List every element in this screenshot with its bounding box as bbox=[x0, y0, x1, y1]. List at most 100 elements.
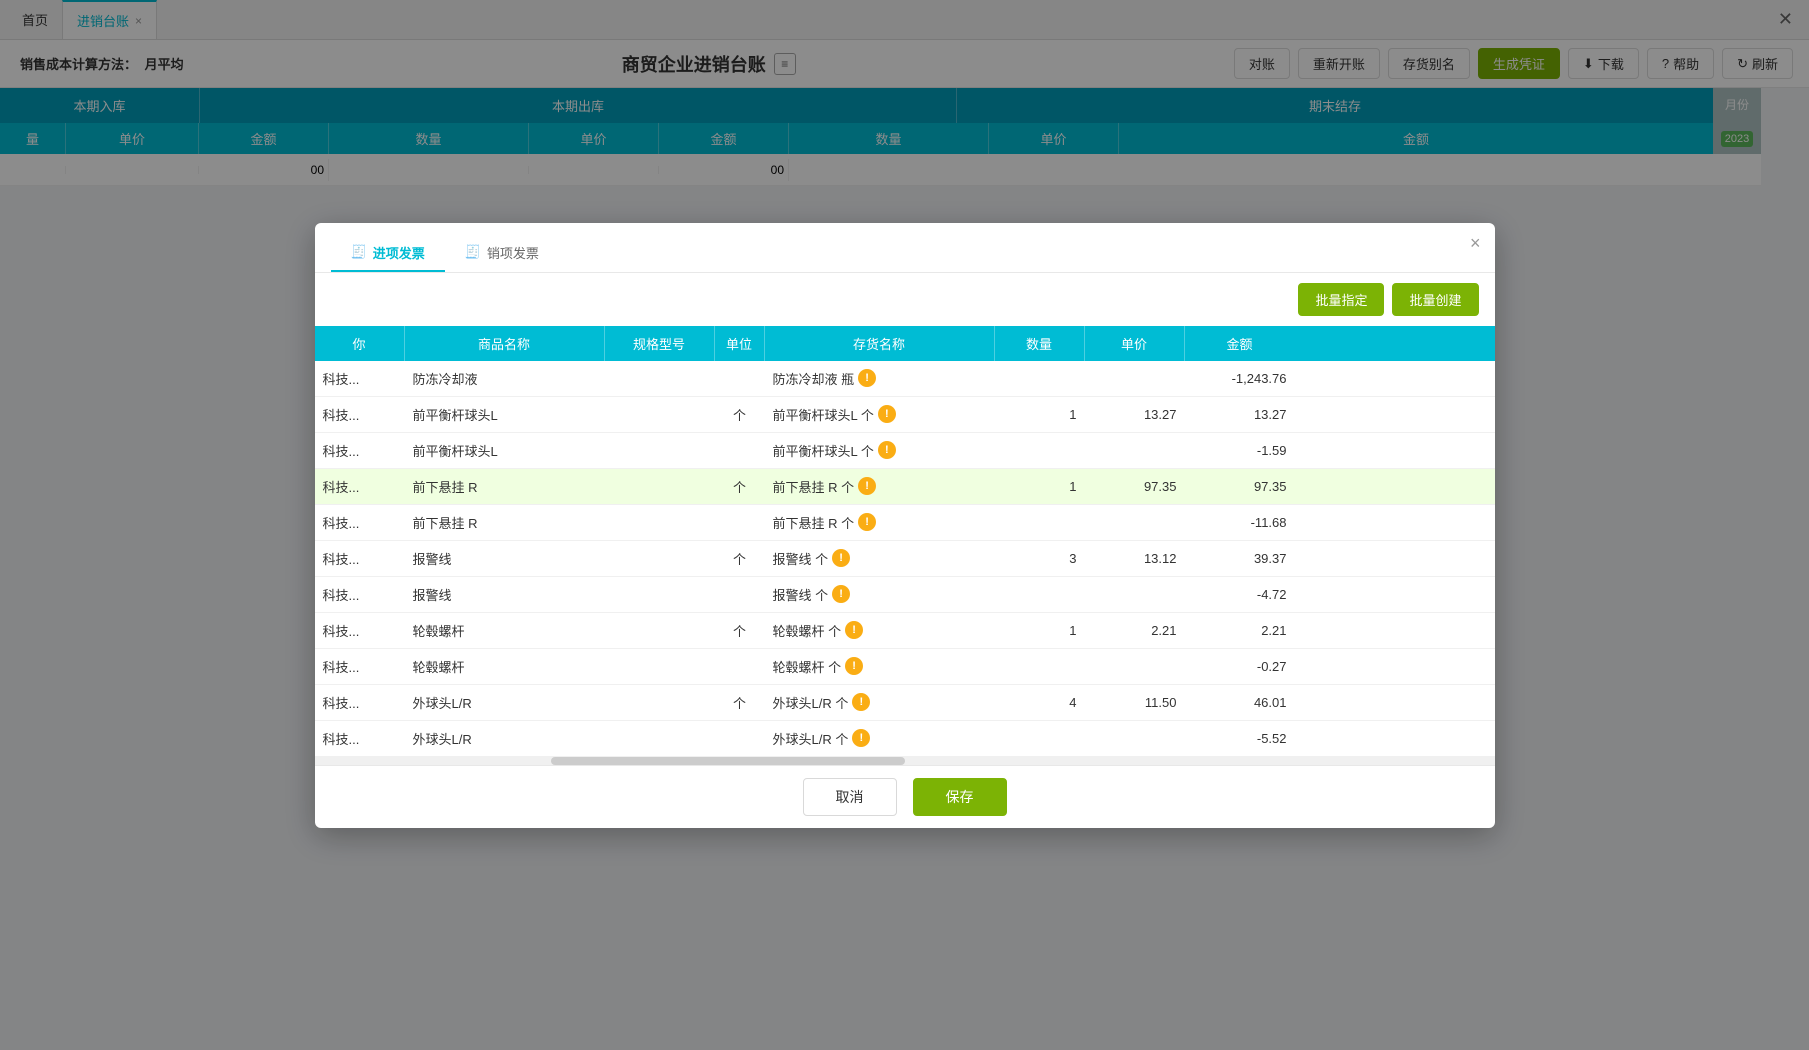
td-price: 13.27 bbox=[1085, 401, 1185, 428]
th-unit: 单位 bbox=[715, 326, 765, 361]
save-button[interactable]: 保存 bbox=[913, 778, 1007, 816]
td-source: 科技... bbox=[315, 363, 405, 394]
td-unit bbox=[715, 516, 765, 528]
td-qty: 4 bbox=[995, 689, 1085, 716]
td-product: 前平衡杆球头L bbox=[405, 399, 605, 430]
td-amount: 39.37 bbox=[1185, 545, 1295, 572]
td-amount: 2.21 bbox=[1185, 617, 1295, 644]
modal-dialog: 🧾 进项发票 🧾 销项发票 × 批量指定 批量创建 bbox=[315, 223, 1495, 828]
td-source: 科技... bbox=[315, 723, 405, 754]
table-row[interactable]: 科技... 报警线 报警线 个 ! -4.72 bbox=[315, 577, 1495, 613]
cancel-button[interactable]: 取消 bbox=[803, 778, 897, 816]
td-spec bbox=[605, 552, 715, 564]
td-price bbox=[1085, 660, 1185, 672]
warning-icon: ! bbox=[852, 693, 870, 711]
td-qty bbox=[995, 732, 1085, 744]
td-product: 报警线 bbox=[405, 579, 605, 610]
jinxiang-label: 进项发票 bbox=[373, 243, 425, 262]
td-stock-name: 防冻冷却液 瓶 ! bbox=[765, 363, 995, 394]
td-stock-name: 报警线 个 ! bbox=[765, 579, 995, 610]
scrollbar-thumb[interactable] bbox=[551, 757, 905, 765]
td-product: 报警线 bbox=[405, 543, 605, 574]
td-price bbox=[1085, 588, 1185, 600]
td-source: 科技... bbox=[315, 507, 405, 538]
td-amount: 13.27 bbox=[1185, 401, 1295, 428]
td-source: 科技... bbox=[315, 471, 405, 502]
td-spec bbox=[605, 480, 715, 492]
td-qty: 1 bbox=[995, 401, 1085, 428]
td-stock-name: 外球头L/R 个 ! bbox=[765, 723, 995, 754]
td-spec bbox=[605, 372, 715, 384]
td-spec bbox=[605, 516, 715, 528]
table-row[interactable]: 科技... 前下悬挂 R 前下悬挂 R 个 ! -11.68 bbox=[315, 505, 1495, 541]
warning-icon: ! bbox=[858, 477, 876, 495]
td-product: 前下悬挂 R bbox=[405, 507, 605, 538]
table-header: 你 商品名称 规格型号 单位 存货名称 数量 单价 金额 bbox=[315, 326, 1495, 361]
td-price bbox=[1085, 516, 1185, 528]
td-qty: 1 bbox=[995, 473, 1085, 500]
td-qty bbox=[995, 660, 1085, 672]
td-source: 科技... bbox=[315, 399, 405, 430]
td-stock-name: 前平衡杆球头L 个 ! bbox=[765, 399, 995, 430]
td-spec bbox=[605, 408, 715, 420]
modal-table: 你 商品名称 规格型号 单位 存货名称 数量 单价 金额 科技... 防冻冷却液… bbox=[315, 326, 1495, 757]
table-row[interactable]: 科技... 前平衡杆球头L 个 前平衡杆球头L 个 ! 1 13.27 13.2… bbox=[315, 397, 1495, 433]
th-spec: 规格型号 bbox=[605, 326, 715, 361]
warning-icon: ! bbox=[878, 441, 896, 459]
modal-close-button[interactable]: × bbox=[1470, 233, 1481, 254]
td-price bbox=[1085, 372, 1185, 384]
td-unit bbox=[715, 372, 765, 384]
td-product: 防冻冷却液 bbox=[405, 363, 605, 394]
td-price: 97.35 bbox=[1085, 473, 1185, 500]
td-amount: -1.59 bbox=[1185, 437, 1295, 464]
modal-scrollbar[interactable] bbox=[315, 757, 1495, 765]
batch-create-button[interactable]: 批量创建 bbox=[1392, 283, 1478, 316]
td-source: 科技... bbox=[315, 615, 405, 646]
td-qty bbox=[995, 588, 1085, 600]
td-product: 前下悬挂 R bbox=[405, 471, 605, 502]
td-product: 轮毂螺杆 bbox=[405, 651, 605, 682]
td-unit bbox=[715, 732, 765, 744]
table-row[interactable]: 科技... 前平衡杆球头L 前平衡杆球头L 个 ! -1.59 bbox=[315, 433, 1495, 469]
th-price: 单价 bbox=[1085, 326, 1185, 361]
td-source: 科技... bbox=[315, 579, 405, 610]
batch-assign-button[interactable]: 批量指定 bbox=[1298, 283, 1384, 316]
table-row[interactable]: 科技... 外球头L/R 外球头L/R 个 ! -5.52 bbox=[315, 721, 1495, 757]
warning-icon: ! bbox=[878, 405, 896, 423]
table-row[interactable]: 科技... 轮毂螺杆 个 轮毂螺杆 个 ! 1 2.21 2.21 bbox=[315, 613, 1495, 649]
td-price: 11.50 bbox=[1085, 689, 1185, 716]
td-unit: 个 bbox=[715, 399, 765, 430]
warning-icon: ! bbox=[858, 369, 876, 387]
tab-xiaoxiang[interactable]: 🧾 销项发票 bbox=[445, 235, 559, 272]
warning-icon: ! bbox=[832, 585, 850, 603]
table-row[interactable]: 科技... 外球头L/R 个 外球头L/R 个 ! 4 11.50 46.01 bbox=[315, 685, 1495, 721]
td-unit: 个 bbox=[715, 687, 765, 718]
td-price bbox=[1085, 444, 1185, 456]
th-qty: 数量 bbox=[995, 326, 1085, 361]
td-product: 轮毂螺杆 bbox=[405, 615, 605, 646]
td-amount: -1,243.76 bbox=[1185, 365, 1295, 392]
td-stock-name: 前下悬挂 R 个 ! bbox=[765, 507, 995, 538]
modal-footer: 取消 保存 bbox=[315, 765, 1495, 828]
modal-toolbar: 批量指定 批量创建 bbox=[315, 273, 1495, 326]
td-spec bbox=[605, 624, 715, 636]
modal-tabs: 🧾 进项发票 🧾 销项发票 bbox=[331, 235, 559, 272]
td-product: 外球头L/R bbox=[405, 687, 605, 718]
tab-jinxiang[interactable]: 🧾 进项发票 bbox=[331, 235, 445, 272]
td-unit bbox=[715, 444, 765, 456]
warning-icon: ! bbox=[858, 513, 876, 531]
table-row[interactable]: 科技... 前下悬挂 R 个 前下悬挂 R 个 ! 1 97.35 97.35 bbox=[315, 469, 1495, 505]
table-row[interactable]: 科技... 报警线 个 报警线 个 ! 3 13.12 39.37 bbox=[315, 541, 1495, 577]
warning-icon: ! bbox=[852, 729, 870, 747]
td-stock-name: 报警线 个 ! bbox=[765, 543, 995, 574]
table-row[interactable]: 科技... 轮毂螺杆 轮毂螺杆 个 ! -0.27 bbox=[315, 649, 1495, 685]
td-qty: 3 bbox=[995, 545, 1085, 572]
modal-header: 🧾 进项发票 🧾 销项发票 × bbox=[315, 223, 1495, 273]
jinxiang-icon: 🧾 bbox=[351, 244, 367, 260]
td-spec bbox=[605, 444, 715, 456]
td-amount: -4.72 bbox=[1185, 581, 1295, 608]
td-stock-name: 外球头L/R 个 ! bbox=[765, 687, 995, 718]
td-price: 2.21 bbox=[1085, 617, 1185, 644]
table-row[interactable]: 科技... 防冻冷却液 防冻冷却液 瓶 ! -1,243.76 bbox=[315, 361, 1495, 397]
td-stock-name: 前下悬挂 R 个 ! bbox=[765, 471, 995, 502]
